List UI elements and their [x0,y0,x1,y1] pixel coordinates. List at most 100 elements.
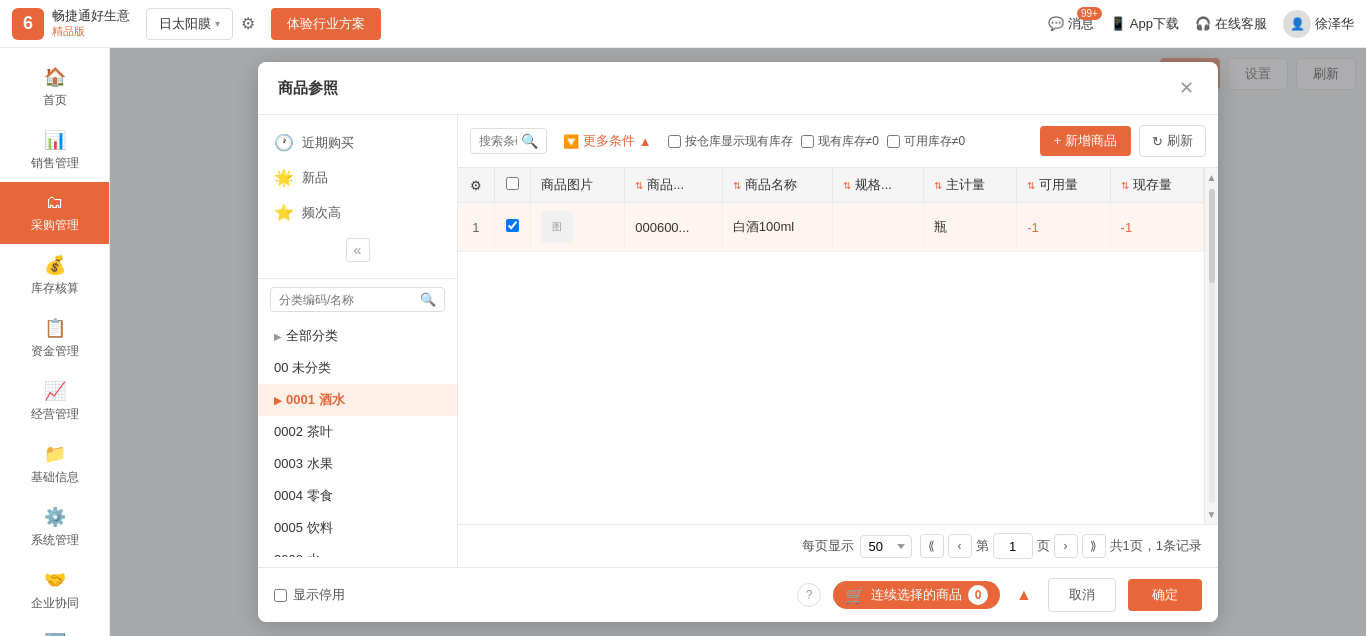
product-search-input[interactable] [479,134,517,148]
nonzero-available-checkbox[interactable] [887,135,900,148]
cancel-button[interactable]: 取消 [1048,578,1116,612]
warehouse-stock-label: 按仓库显示现有库存 [685,133,793,150]
nav-recent-purchase-label: 近期购买 [302,134,354,152]
row-checkbox[interactable] [506,219,519,232]
category-item-drinks[interactable]: 0005 饮料 [258,512,457,544]
confirm-button[interactable]: 确定 [1128,579,1202,611]
sidebar-item-enterprise[interactable]: 🤝 企业协同 [0,559,109,622]
next-page-button[interactable]: › [1054,534,1078,558]
sidebar-item-inventory[interactable]: 💰 库存核算 [0,244,109,307]
category-item-water[interactable]: 0008 水 [258,544,457,557]
avatar: 👤 [1283,10,1311,38]
scroll-track [1209,189,1215,503]
category-item-snacks[interactable]: 0004 零食 [258,480,457,512]
category-label-drinks: 0005 饮料 [274,519,333,537]
nav-recent-purchase[interactable]: 🕐 近期购买 [258,125,457,160]
basic-info-icon: 📁 [44,443,66,465]
sidebar-item-operations[interactable]: 📈 经营管理 [0,370,109,433]
cell-checkbox[interactable] [494,203,530,252]
table-wrap: ⚙ 商品图片 ⇅ [458,168,1204,524]
warehouse-stock-filter[interactable]: 按仓库显示现有库存 [668,133,793,150]
show-disabled-label: 显示停用 [293,586,345,604]
category-search-icon[interactable]: 🔍 [420,292,436,307]
category-item-tea[interactable]: 0002 茶叶 [258,416,457,448]
finance-icon: 📋 [44,317,66,339]
sidebar-item-home[interactable]: 🏠 首页 [0,56,109,119]
app-download-button[interactable]: 📱 App下载 [1110,15,1179,33]
category-item-fruit[interactable]: 0003 水果 [258,448,457,480]
sidebar-item-sales[interactable]: 📊 销售管理 [0,119,109,182]
scroll-down-button[interactable]: ▼ [1207,507,1217,522]
online-service-button[interactable]: 🎧 在线客服 [1195,15,1267,33]
category-label-liquor: 0001 酒水 [286,391,345,409]
show-disabled-checkbox[interactable] [274,589,287,602]
modal-left-panel: 🕐 近期购买 🌟 新品 ⭐ 频次高 « [258,115,458,567]
scroll-up-button[interactable]: ▲ [1207,170,1217,185]
per-page-select[interactable]: 50 100 200 [860,535,912,558]
category-expand-icon: ▶ [274,331,282,342]
inventory-icon: 💰 [44,254,66,276]
category-item-uncategorized[interactable]: 00 未分类 [258,352,457,384]
help-button[interactable]: ? [797,583,821,607]
nonzero-stock-filter[interactable]: 现有库存≠0 [801,133,879,150]
page-content: 查询 设置 刷新 商品参照 ✕ 🕐 近期购买 [110,48,1366,636]
store-name: 日太阳膜 [159,15,211,33]
app-download-label: App下载 [1130,15,1179,33]
sidebar-item-system[interactable]: ⚙️ 系统管理 [0,496,109,559]
top-navigation: 6 畅捷通好生意 精品版 日太阳膜 ▾ ⚙ 体验行业方案 💬 消息 99+ 📱 … [0,0,1366,48]
newbie-icon: 🆕 [44,632,66,636]
first-page-button[interactable]: ⟪ [920,534,944,558]
th-unit[interactable]: ⇅ 主计量 [923,168,1016,203]
user-menu[interactable]: 👤 徐泽华 [1283,10,1354,38]
th-code[interactable]: ⇅ 商品... [625,168,723,203]
th-name[interactable]: ⇅ 商品名称 [722,168,832,203]
settings-icon[interactable]: ⚙ [233,9,263,39]
cart-label: 连续选择的商品 [871,586,962,604]
th-spec-label: 规格... [855,176,892,194]
message-button[interactable]: 💬 消息 99+ [1048,15,1094,33]
sidebar-item-newbie[interactable]: 🆕 新手引导 [0,622,109,636]
trial-button[interactable]: 体验行业方案 [271,8,381,40]
nonzero-available-filter[interactable]: 可用库存≠0 [887,133,965,150]
sidebar-item-purchasing[interactable]: 🗂 采购管理 [0,182,109,244]
category-item-liquor[interactable]: ▶ 0001 酒水 [258,384,457,416]
add-product-button[interactable]: + 新增商品 [1040,126,1131,156]
select-all-checkbox[interactable] [506,177,519,190]
system-icon: ⚙️ [44,506,66,528]
collapse-left-button[interactable]: « [346,238,370,262]
sidebar-item-finance[interactable]: 📋 资金管理 [0,307,109,370]
category-item-all[interactable]: ▶ 全部分类 [258,320,457,352]
show-disabled-toggle[interactable]: 显示停用 [274,586,345,604]
nav-new-products[interactable]: 🌟 新品 [258,160,457,195]
scroll-thumb [1209,189,1215,283]
warehouse-stock-checkbox[interactable] [668,135,681,148]
sidebar-label-basic-info: 基础信息 [31,469,79,486]
stock-value: -1 [1121,220,1133,235]
cart-collapse-button[interactable]: ▲ [1012,583,1036,607]
logo-text: 畅捷通好生意 [52,8,130,25]
nav-high-frequency[interactable]: ⭐ 频次高 [258,195,457,230]
prev-page-button[interactable]: ‹ [948,534,972,558]
filter-arrow-icon: ▲ [639,134,652,149]
sidebar-item-basic-info[interactable]: 📁 基础信息 [0,433,109,496]
more-filter-button[interactable]: 🔽 更多条件 ▲ [555,128,660,154]
page-number-input[interactable] [993,533,1033,559]
last-page-button[interactable]: ⟫ [1082,534,1106,558]
modal-close-button[interactable]: ✕ [1174,76,1198,100]
th-available[interactable]: ⇅ 可用量 [1017,168,1110,203]
store-selector[interactable]: 日太阳膜 ▾ [146,8,233,40]
table-row[interactable]: 1 图 000600... 白酒100ml [458,203,1204,252]
th-stock[interactable]: ⇅ 现存量 [1110,168,1203,203]
phone-icon: 📱 [1110,16,1126,31]
modal-toolbar: 🔍 🔽 更多条件 ▲ 按仓库显示现有库存 [458,115,1218,168]
selector-arrow-icon: ▾ [215,18,220,29]
nonzero-stock-checkbox[interactable] [801,135,814,148]
freq-icon: ⭐ [274,203,294,222]
table-vertical-scrollbar[interactable]: ▲ ▼ [1204,168,1218,524]
product-search-icon[interactable]: 🔍 [521,133,538,149]
category-search-input[interactable] [279,293,416,307]
sidebar-label-home: 首页 [43,92,67,109]
refresh-button[interactable]: ↻ 刷新 [1139,125,1206,157]
th-spec[interactable]: ⇅ 规格... [833,168,924,203]
th-settings[interactable]: ⚙ [458,168,494,203]
